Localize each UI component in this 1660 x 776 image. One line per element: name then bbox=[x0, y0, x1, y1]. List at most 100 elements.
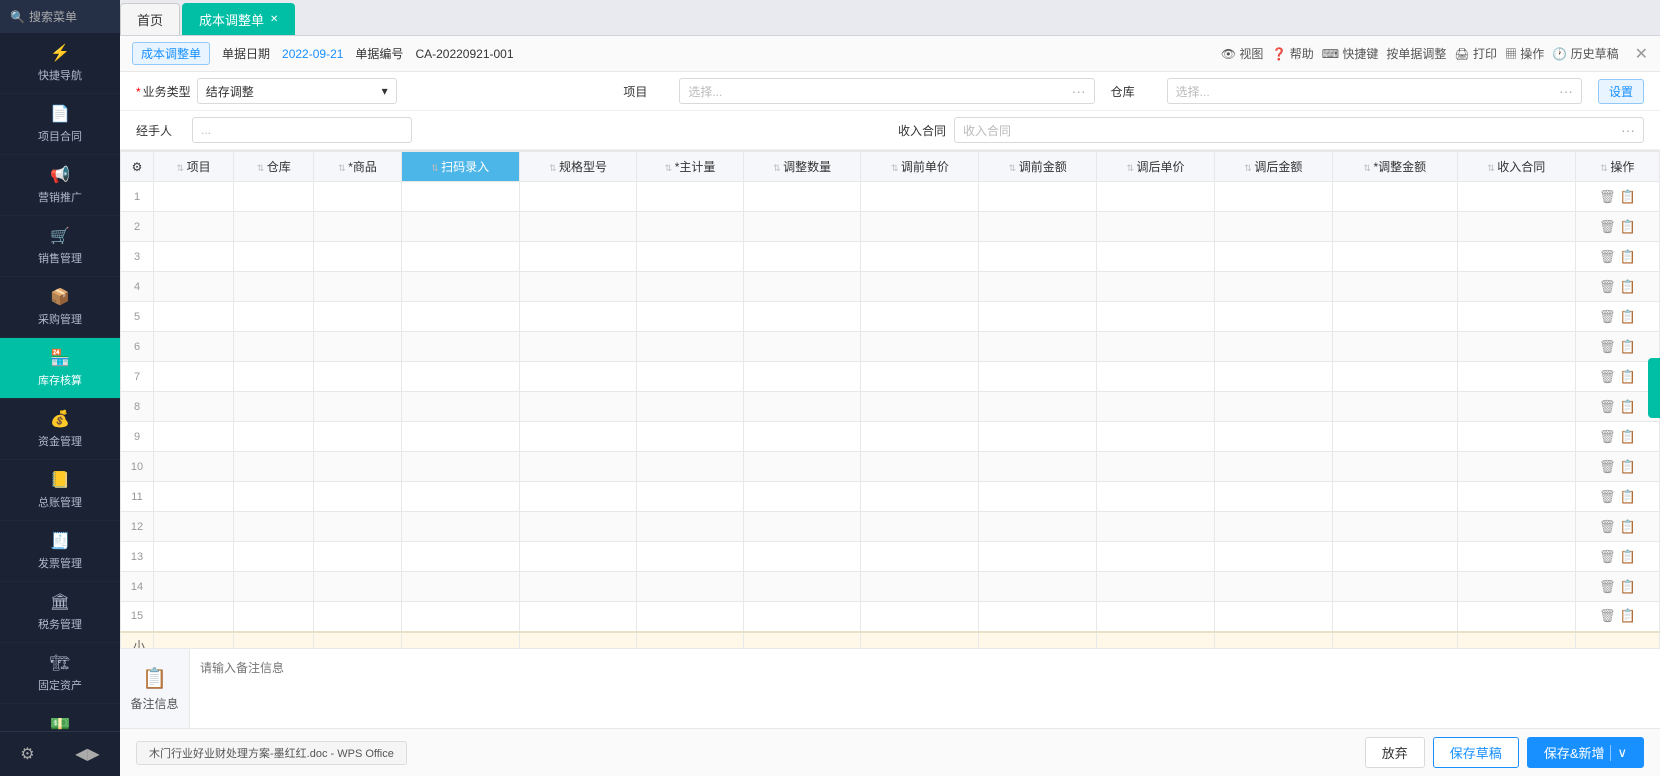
delete-icon[interactable]: 🗑 bbox=[1599, 249, 1616, 265]
delete-icon[interactable]: 🗑 bbox=[1599, 339, 1616, 355]
copy-icon[interactable]: 📋 bbox=[1619, 579, 1635, 595]
delete-icon[interactable]: 🗑 bbox=[1599, 369, 1616, 385]
warehouse-select[interactable]: 选择... ··· bbox=[1167, 78, 1582, 104]
tab-cost-adjust[interactable]: 成本调整单✕ bbox=[182, 3, 295, 35]
delete-icon[interactable]: 🗑 bbox=[1599, 459, 1616, 475]
sidebar-item-purchase[interactable]: 📦采购管理 bbox=[0, 277, 120, 338]
sidebar-item-ledger[interactable]: 📒总账管理 bbox=[0, 460, 120, 521]
cell-project bbox=[154, 272, 234, 302]
copy-icon[interactable]: 📋 bbox=[1619, 309, 1635, 325]
collapse-icon[interactable]: ◀▶ bbox=[71, 740, 104, 768]
copy-icon[interactable]: 📋 bbox=[1619, 489, 1635, 505]
delete-icon[interactable]: 🗑 bbox=[1599, 279, 1616, 295]
biz-type-select[interactable]: 结存调整 ▾ bbox=[197, 78, 397, 104]
copy-icon[interactable]: 📋 bbox=[1619, 339, 1635, 355]
cell-action[interactable]: 🗑📋 bbox=[1575, 332, 1659, 362]
cell-action[interactable]: 🗑📋 bbox=[1575, 572, 1659, 602]
settings-icon[interactable]: ⚙ bbox=[16, 740, 38, 768]
tab-close[interactable]: ✕ bbox=[270, 14, 278, 25]
abandon-button[interactable]: 放弃 bbox=[1365, 737, 1425, 768]
copy-icon[interactable]: 📋 bbox=[1619, 249, 1635, 265]
sort-icon-action: ⇅ bbox=[1600, 163, 1610, 173]
cell-action[interactable]: 🗑📋 bbox=[1575, 602, 1659, 632]
col-header-income_contract: ⇅ 收入合同 bbox=[1457, 152, 1575, 182]
project-select[interactable]: 选择... ··· bbox=[679, 78, 1094, 104]
sidebar-item-salary[interactable]: 💵工资 bbox=[0, 704, 120, 731]
delete-icon[interactable]: 🗑 bbox=[1599, 608, 1616, 624]
cell-settings: 9 bbox=[121, 422, 154, 452]
copy-icon[interactable]: 📋 bbox=[1619, 399, 1635, 415]
cell-action[interactable]: 🗑📋 bbox=[1575, 242, 1659, 272]
right-side-tab[interactable] bbox=[1648, 358, 1660, 418]
header-action-打印[interactable]: 🖨 打印 bbox=[1454, 45, 1497, 62]
table-row: 1🗑📋 bbox=[121, 182, 1660, 212]
cell-action[interactable]: 🗑📋 bbox=[1575, 272, 1659, 302]
delete-icon[interactable]: 🗑 bbox=[1599, 579, 1616, 595]
subtotal-cell-settings: 小计 bbox=[121, 632, 154, 649]
copy-icon[interactable]: 📋 bbox=[1619, 279, 1635, 295]
cell-action[interactable]: 🗑📋 bbox=[1575, 512, 1659, 542]
cell-action[interactable]: 🗑📋 bbox=[1575, 212, 1659, 242]
biz-type-value: 结存调整 bbox=[206, 83, 254, 100]
cell-action[interactable]: 🗑📋 bbox=[1575, 452, 1659, 482]
header-action-视图[interactable]: 👁 视图 bbox=[1221, 45, 1264, 62]
cell-action[interactable]: 🗑📋 bbox=[1575, 422, 1659, 452]
cell-spec bbox=[519, 242, 637, 272]
cell-action[interactable]: 🗑📋 bbox=[1575, 182, 1659, 212]
delete-icon[interactable]: 🗑 bbox=[1599, 489, 1616, 505]
sidebar-item-inventory[interactable]: 🏪库存核算 bbox=[0, 338, 120, 399]
cell-product bbox=[314, 452, 401, 482]
delete-icon[interactable]: 🗑 bbox=[1599, 189, 1616, 205]
sidebar-search[interactable]: 🔍 搜索菜单 bbox=[0, 0, 120, 33]
copy-icon[interactable]: 📋 bbox=[1619, 519, 1635, 535]
delete-icon[interactable]: 🗑 bbox=[1599, 429, 1616, 445]
sidebar-search-label: 搜索菜单 bbox=[29, 8, 77, 25]
delete-icon[interactable]: 🗑 bbox=[1599, 519, 1616, 535]
header-action-历史草稿[interactable]: 🕐 历史草稿 bbox=[1552, 45, 1618, 62]
cell-action[interactable]: 🗑📋 bbox=[1575, 482, 1659, 512]
sidebar-item-sales[interactable]: 🛒销售管理 bbox=[0, 216, 120, 277]
cell-action[interactable]: 🗑📋 bbox=[1575, 542, 1659, 572]
copy-icon[interactable]: 📋 bbox=[1619, 429, 1635, 445]
settings-col-icon[interactable]: ⚙ bbox=[132, 160, 143, 174]
cell-action[interactable]: 🗑📋 bbox=[1575, 302, 1659, 332]
delete-icon[interactable]: 🗑 bbox=[1599, 309, 1616, 325]
header-action-帮助[interactable]: ❓ 帮助 bbox=[1271, 45, 1313, 62]
cell-action[interactable]: 🗑📋 bbox=[1575, 362, 1659, 392]
delete-icon[interactable]: 🗑 bbox=[1599, 399, 1616, 415]
sidebar-item-quick-nav[interactable]: ⚡快捷导航 bbox=[0, 33, 120, 94]
sidebar-item-invoice[interactable]: 🧾发票管理 bbox=[0, 521, 120, 582]
handler-label: 经手人 bbox=[136, 122, 186, 139]
handler-input[interactable]: ... bbox=[192, 117, 412, 143]
copy-icon[interactable]: 📋 bbox=[1619, 608, 1635, 624]
sidebar-item-fixed-assets[interactable]: 🏗固定资产 bbox=[0, 643, 120, 704]
delete-icon[interactable]: 🗑 bbox=[1599, 219, 1616, 235]
save-draft-button[interactable]: 保存草稿 bbox=[1433, 737, 1519, 768]
copy-icon[interactable]: 📋 bbox=[1619, 219, 1635, 235]
taskbar-item[interactable]: 木门行业好业财处理方案-墨红红.doc - WPS Office bbox=[136, 741, 407, 765]
cell-action[interactable]: 🗑📋 bbox=[1575, 392, 1659, 422]
col-header-warehouse: ⇅ 仓库 bbox=[234, 152, 314, 182]
header-action-按单据调整[interactable]: 按单据调整 bbox=[1386, 45, 1446, 62]
copy-icon[interactable]: 📋 bbox=[1619, 459, 1635, 475]
sidebar-item-marketing[interactable]: 📢营销推广 bbox=[0, 155, 120, 216]
save-new-button[interactable]: 保存&新增 ∨ bbox=[1527, 737, 1644, 768]
cell-adj_amount bbox=[1332, 362, 1457, 392]
header-action-快捷键[interactable]: ⌨ 快捷键 bbox=[1322, 45, 1379, 62]
sidebar-item-tax[interactable]: 🏛税务管理 bbox=[0, 582, 120, 643]
settings-button[interactable]: 设置 bbox=[1598, 79, 1644, 104]
delete-icon[interactable]: 🗑 bbox=[1599, 549, 1616, 565]
header-action-操作[interactable]: ▦ 操作 bbox=[1505, 45, 1544, 62]
income-contract-input[interactable]: 收入合同 ··· bbox=[954, 117, 1644, 143]
sidebar-item-finance[interactable]: 💰资金管理 bbox=[0, 399, 120, 460]
copy-icon[interactable]: 📋 bbox=[1619, 369, 1635, 385]
notes-input[interactable] bbox=[190, 649, 1660, 728]
date-value[interactable]: 2022-09-21 bbox=[282, 47, 343, 61]
copy-icon[interactable]: 📋 bbox=[1619, 189, 1635, 205]
col-header-scan[interactable]: ⇅ 扫码录入 bbox=[401, 152, 519, 182]
window-close-button[interactable]: ✕ bbox=[1635, 44, 1648, 64]
sidebar-item-project-contract[interactable]: 📄项目合同 bbox=[0, 94, 120, 155]
copy-icon[interactable]: 📋 bbox=[1619, 549, 1635, 565]
cell-warehouse bbox=[234, 362, 314, 392]
tab-home[interactable]: 首页 bbox=[120, 3, 180, 35]
